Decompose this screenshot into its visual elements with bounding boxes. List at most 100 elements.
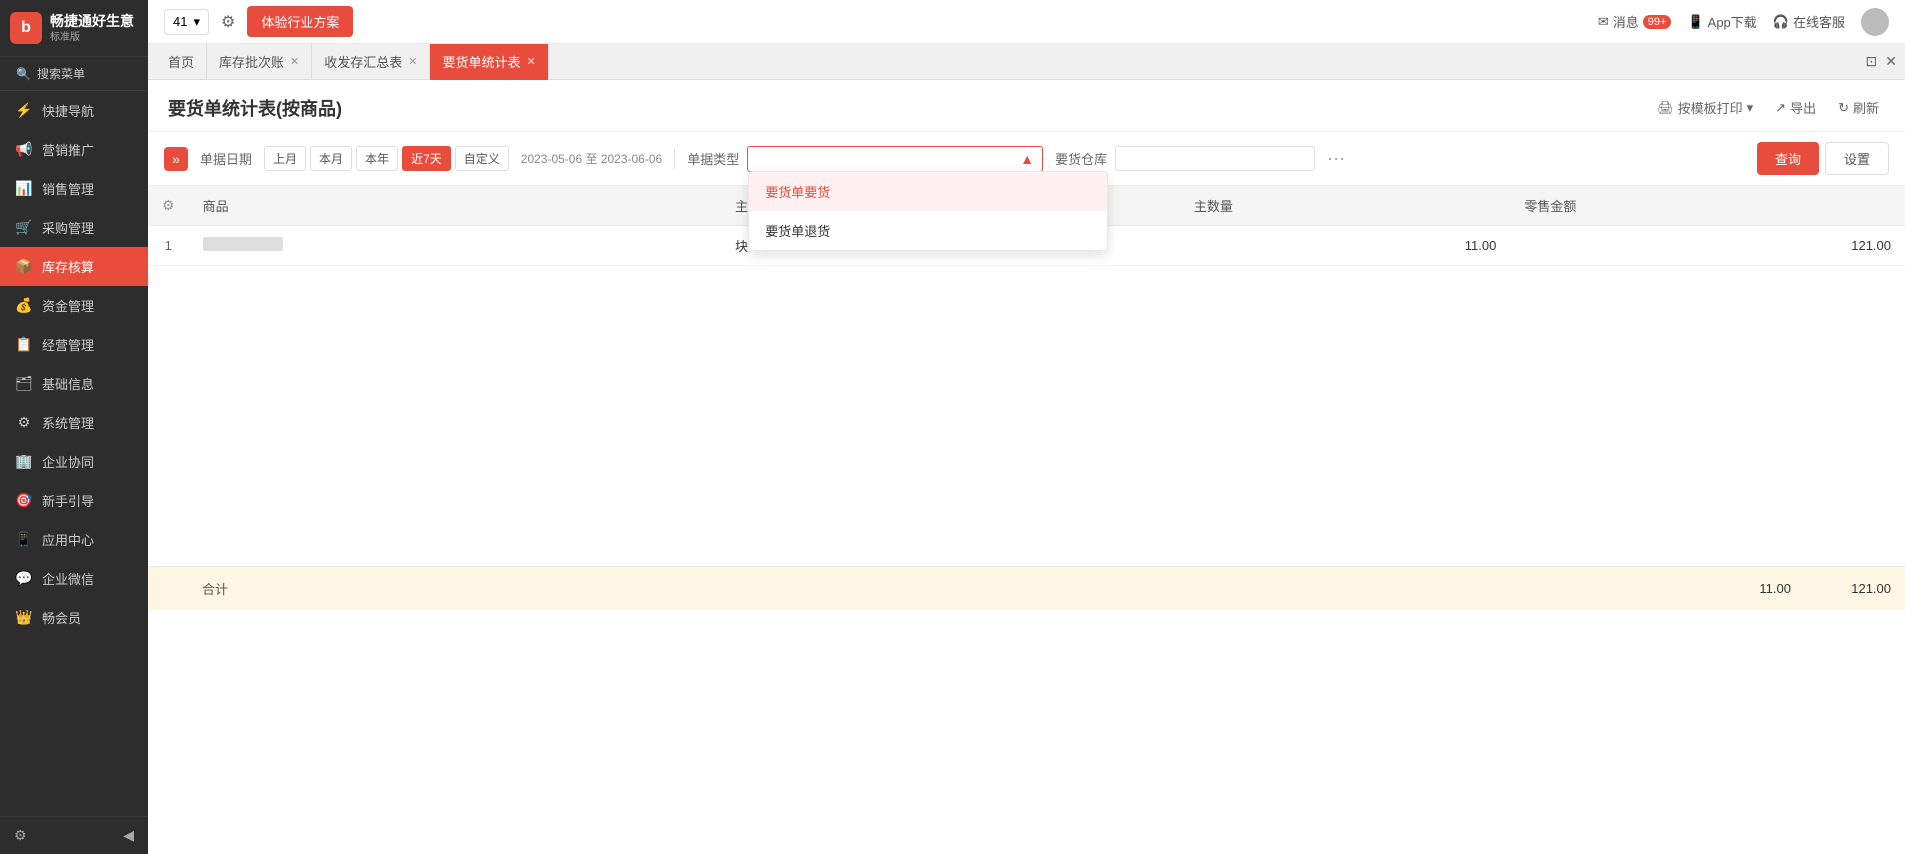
col-product: 商品: [189, 186, 722, 226]
page-container: 要货单统计表(按商品) 🖨 按模板打印 ▾ ↗ 导出 ↻ 刷新: [148, 80, 1905, 854]
sidebar-item-vip[interactable]: 👑 畅会员: [0, 598, 148, 637]
summary-amount: 121.00: [1811, 581, 1891, 596]
date-btns: 上月 本月 本年 近7天 自定义: [264, 146, 509, 171]
window-close-btn[interactable]: ✕: [1885, 53, 1897, 70]
filter-divider: [674, 149, 675, 169]
main-content: 41 ▾ ⚙ 体验行业方案 ✉ 消息 99+ 📱 App下载 🎧 在线客服: [148, 0, 1905, 854]
sidebar-item-marketing[interactable]: 📢 营销推广: [0, 130, 148, 169]
date-btn-this-month[interactable]: 本月: [310, 146, 352, 171]
window-restore-btn[interactable]: ⊡: [1866, 53, 1878, 70]
row-quantity: 11.00: [1180, 226, 1510, 266]
filter-bar: » 单据日期 上月 本月 本年 近7天 自定义 2023-05-06 至 202…: [148, 132, 1905, 186]
tab-batch[interactable]: 库存批次账 ✕: [207, 44, 312, 80]
enterprise-icon: 🏢: [14, 453, 34, 470]
topbar-left: 41 ▾ ⚙ 体验行业方案: [164, 6, 353, 37]
table-footer: 合计 11.00 121.00: [148, 566, 1905, 610]
warehouse-input[interactable]: [1124, 151, 1306, 166]
company-selector[interactable]: 41 ▾: [164, 9, 209, 35]
system-icon: ⚙: [14, 414, 34, 431]
table-settings-icon[interactable]: ⚙: [162, 197, 175, 213]
type-input[interactable]: [756, 151, 1016, 166]
tabs-bar: 首页 库存批次账 ✕ 收发存汇总表 ✕ 要货单统计表 ✕ ⊡ ✕: [148, 44, 1905, 80]
logo-icon: b: [10, 12, 42, 44]
sidebar-item-app-center[interactable]: 📱 应用中心: [0, 520, 148, 559]
page-header-actions: 🖨 按模板打印 ▾ ↗ 导出 ↻ 刷新: [1651, 94, 1885, 121]
sidebar-item-purchase[interactable]: 🛒 采购管理: [0, 208, 148, 247]
marketing-icon: 📢: [14, 141, 34, 158]
tab-close-order[interactable]: ✕: [527, 55, 536, 68]
messages-icon: ✉: [1598, 14, 1609, 30]
app-download-btn[interactable]: 📱 App下载: [1687, 12, 1756, 31]
dropdown-option-return[interactable]: 要货单退货: [749, 211, 1107, 250]
tab-invoice-summary[interactable]: 收发存汇总表 ✕: [312, 44, 430, 80]
sidebar-item-finance[interactable]: 💰 资金管理: [0, 286, 148, 325]
warehouse-label: 要货仓库: [1055, 149, 1107, 168]
app-center-icon: 📱: [14, 531, 34, 548]
avatar[interactable]: [1861, 8, 1889, 36]
export-icon: ↗: [1775, 100, 1786, 116]
col-amount: 零售金额: [1510, 186, 1905, 226]
tab-close-invoice[interactable]: ✕: [408, 55, 417, 68]
type-select-box[interactable]: ▲ 要货单要货 要货单退货: [747, 146, 1043, 172]
tab-home[interactable]: 首页: [156, 44, 207, 80]
online-service-btn[interactable]: 🎧 在线客服: [1773, 12, 1845, 31]
export-btn[interactable]: ↗ 导出: [1769, 94, 1822, 121]
page-title: 要货单统计表(按商品): [168, 95, 342, 121]
topbar: 41 ▾ ⚙ 体验行业方案 ✉ 消息 99+ 📱 App下载 🎧 在线客服: [148, 0, 1905, 44]
summary-quantity: 11.00: [1711, 581, 1791, 596]
trial-btn[interactable]: 体验行业方案: [247, 6, 353, 37]
filter-type-section: 单据类型 ▲ 要货单要货 要货单退货: [687, 146, 1043, 172]
refresh-btn[interactable]: ↻ 刷新: [1832, 94, 1885, 121]
sidebar-item-basic-info[interactable]: 🗂 基础信息: [0, 364, 148, 403]
search-menu[interactable]: 🔍 搜索菜单: [0, 57, 148, 91]
page-body: 要货单统计表(按商品) 🖨 按模板打印 ▾ ↗ 导出 ↻ 刷新: [148, 80, 1905, 854]
print-chevron-icon: ▾: [1747, 100, 1754, 116]
sidebar-item-inventory[interactable]: 📦 库存核算: [0, 247, 148, 286]
warehouse-input-box: [1115, 146, 1315, 171]
print-btn[interactable]: 🖨 按模板打印 ▾: [1651, 94, 1759, 121]
date-label: 单据日期: [200, 149, 252, 168]
col-settings: ⚙: [148, 186, 189, 226]
settings-icon[interactable]: ⚙: [221, 12, 235, 32]
tab-order-summary[interactable]: 要货单统计表 ✕: [430, 44, 548, 80]
sidebar-footer: ⚙ ◀: [0, 816, 148, 854]
company-chevron-icon: ▾: [193, 14, 200, 30]
sidebar-item-quick-nav[interactable]: ⚡ 快捷导航: [0, 91, 148, 130]
dropdown-option-goods[interactable]: 要货单要货: [749, 172, 1107, 211]
inventory-icon: 📦: [14, 258, 34, 275]
filter-actions: 查询 设置: [1757, 142, 1889, 175]
sidebar-item-sales[interactable]: 📊 销售管理: [0, 169, 148, 208]
settings-btn[interactable]: 设置: [1825, 142, 1889, 175]
tab-close-batch[interactable]: ✕: [290, 55, 299, 68]
sidebar-item-operations[interactable]: 📋 经营管理: [0, 325, 148, 364]
date-btn-custom[interactable]: 自定义: [455, 146, 509, 171]
sidebar-collapse-btn[interactable]: ◀: [123, 827, 134, 844]
row-num: 1: [148, 226, 189, 266]
page-header: 要货单统计表(按商品) 🖨 按模板打印 ▾ ↗ 导出 ↻ 刷新: [148, 80, 1905, 132]
sidebar-item-wechat[interactable]: 💬 企业微信: [0, 559, 148, 598]
sidebar-item-guide[interactable]: 🎯 新手引导: [0, 481, 148, 520]
filter-expand-btn[interactable]: »: [164, 147, 188, 171]
messages-btn[interactable]: ✉ 消息 99+: [1598, 12, 1672, 31]
date-btn-this-year[interactable]: 本年: [356, 146, 398, 171]
operations-icon: 📋: [14, 336, 34, 353]
logo-area: b 畅捷通好生意 标准版: [0, 0, 148, 57]
date-btn-last-7-days[interactable]: 近7天: [402, 146, 451, 171]
row-amount: 121.00: [1510, 226, 1905, 266]
type-chevron-icon[interactable]: ▲: [1020, 151, 1034, 167]
date-btn-prev-month[interactable]: 上月: [264, 146, 306, 171]
summary-label: 合计: [202, 579, 242, 598]
col-quantity: 主数量: [1180, 186, 1510, 226]
type-dropdown: 要货单要货 要货单退货: [748, 171, 1108, 251]
sidebar-settings-btn[interactable]: ⚙: [14, 827, 27, 844]
query-btn[interactable]: 查询: [1757, 142, 1819, 175]
type-label: 单据类型: [687, 149, 739, 168]
filter-more-btn[interactable]: ···: [1327, 148, 1345, 169]
purchase-icon: 🛒: [14, 219, 34, 236]
filter-warehouse-section: 要货仓库 ···: [1055, 146, 1345, 171]
sidebar-item-system[interactable]: ⚙ 系统管理: [0, 403, 148, 442]
window-controls: ⊡ ✕: [1866, 53, 1897, 70]
sidebar-item-enterprise[interactable]: 🏢 企业协同: [0, 442, 148, 481]
service-icon: 🎧: [1773, 14, 1789, 30]
search-icon: 🔍: [16, 67, 31, 81]
